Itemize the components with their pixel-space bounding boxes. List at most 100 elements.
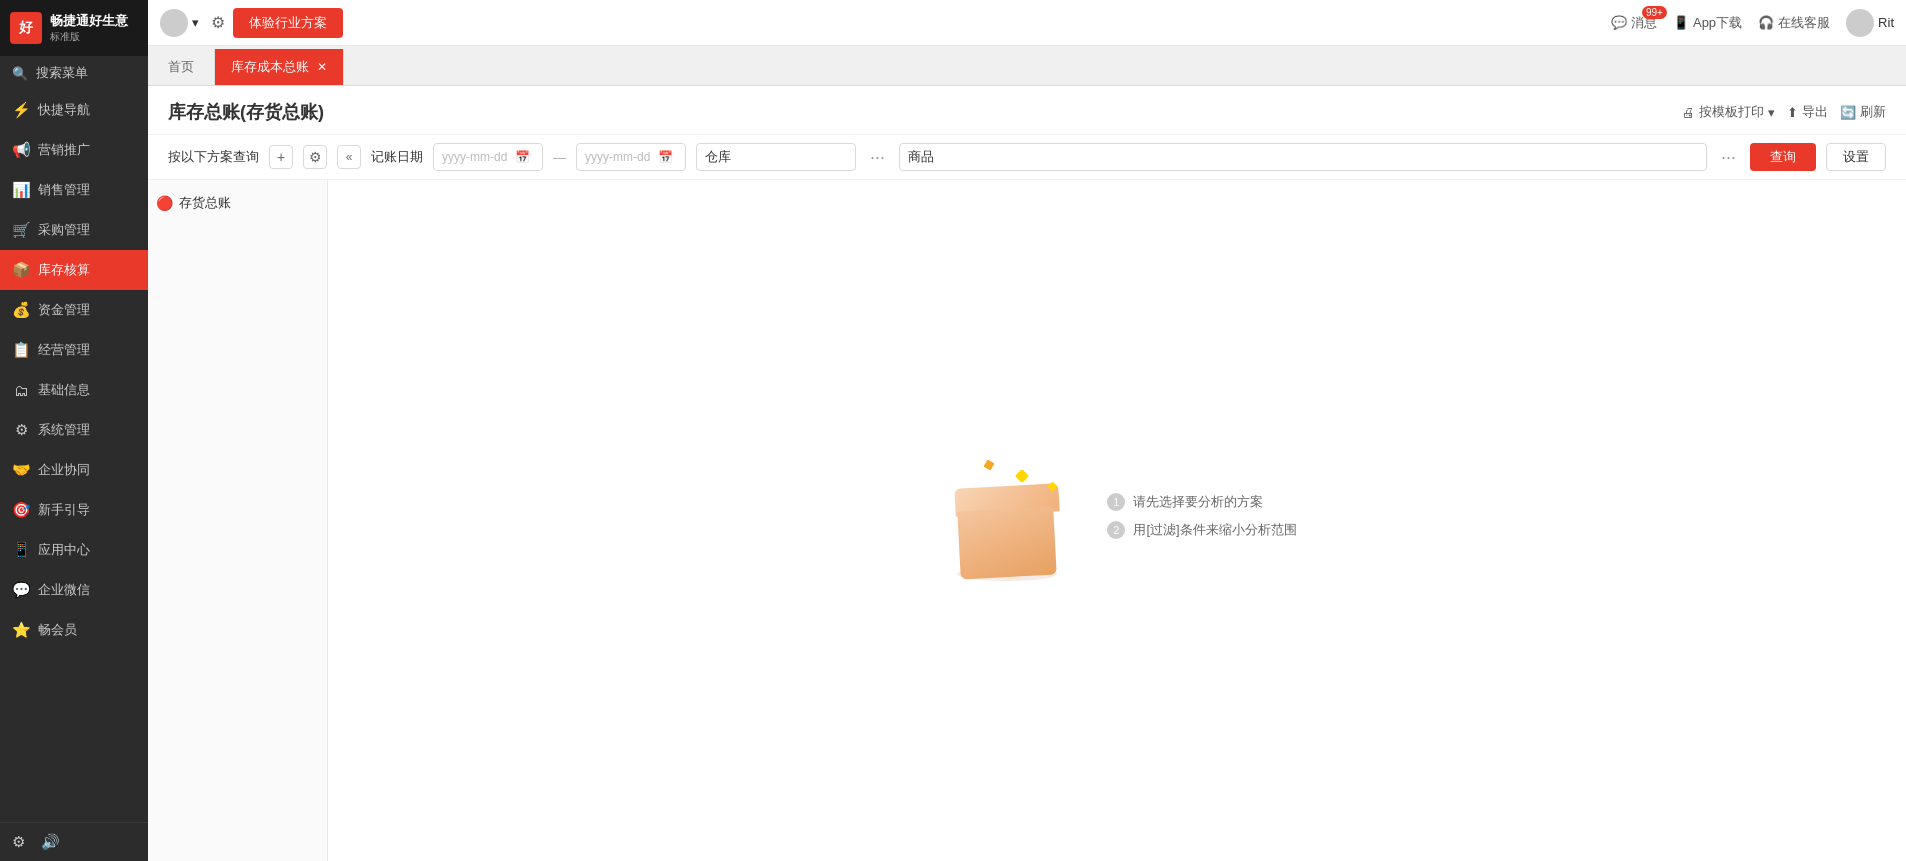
export-button[interactable]: ⬆ 导出 — [1787, 103, 1828, 121]
sidebar-item-apps[interactable]: 📱 应用中心 — [0, 530, 148, 570]
sidebar-item-quick-nav[interactable]: ⚡快捷导航 — [0, 90, 148, 130]
topbar-user[interactable]: ▾ — [160, 9, 199, 37]
member-icon: ⭐ — [12, 621, 30, 639]
hint-item-1: 1 请先选择要分析的方案 — [1107, 493, 1296, 511]
warehouse-more-icon[interactable]: ··· — [866, 147, 889, 168]
tab-home[interactable]: 首页 — [148, 49, 215, 85]
refresh-button[interactable]: 🔄 刷新 — [1840, 103, 1886, 121]
empty-hints: 1 请先选择要分析的方案 2 用[过滤]条件来缩小分析范围 — [1107, 493, 1296, 549]
sidebar-item-sales[interactable]: 📊销售管理 — [0, 170, 148, 210]
marketing-label: 营销推广 — [38, 141, 90, 159]
export-icon: ⬆ — [1787, 105, 1798, 120]
system-label: 系统管理 — [38, 421, 90, 439]
topbar-gear-icon[interactable]: ⚙ — [211, 13, 225, 32]
member-label: 畅会员 — [38, 621, 77, 639]
page-title: 库存总账(存货总账) — [168, 100, 324, 124]
dropdown-icon: ▾ — [1768, 105, 1775, 120]
sidebar-item-wechat[interactable]: 💬企业微信 — [0, 570, 148, 610]
display-settings-button[interactable]: 设置 — [1826, 143, 1886, 171]
print-template-button[interactable]: 🖨 按模板打印 ▾ — [1682, 103, 1775, 121]
sidebar-bottom: ⚙ 🔊 — [0, 822, 148, 861]
message-icon: 💬 — [1611, 15, 1627, 30]
warehouse-input[interactable]: 仓库 — [696, 143, 856, 171]
settings-icon[interactable]: ⚙ — [12, 833, 25, 851]
sidebar-item-system[interactable]: ⚙系统管理 — [0, 410, 148, 450]
scheme-item-label: 存货总账 — [179, 194, 231, 212]
apps-icon: 📱 — [12, 541, 30, 559]
finance-label: 资金管理 — [38, 301, 90, 319]
guide-label: 新手引导 — [38, 501, 90, 519]
collapse-icon: « — [346, 150, 353, 164]
operations-label: 经营管理 — [38, 341, 90, 359]
product-label: 商品 — [908, 148, 934, 166]
app-download-button[interactable]: 📱 App下载 — [1673, 14, 1742, 32]
filter-label: 按以下方案查询 — [168, 148, 259, 166]
hint-text-1: 请先选择要分析的方案 — [1133, 493, 1263, 511]
date-separator: — — [553, 150, 566, 165]
audio-icon[interactable]: 🔊 — [41, 833, 60, 851]
page-header: 库存总账(存货总账) 🖨 按模板打印 ▾ ⬆ 导出 🔄 刷新 — [148, 86, 1906, 135]
enterprise-label: 企业协同 — [38, 461, 90, 479]
basic-label: 基础信息 — [38, 381, 90, 399]
logo-text: 畅捷通好生意 标准版 — [50, 13, 128, 43]
right-panel: 1 请先选择要分析的方案 2 用[过滤]条件来缩小分析范围 — [328, 180, 1906, 861]
hint-num-2: 2 — [1107, 521, 1125, 539]
tab-inventory-ledger[interactable]: 库存成本总账 ✕ — [215, 49, 344, 85]
query-button[interactable]: 查询 — [1750, 143, 1816, 171]
settings-scheme-button[interactable]: ⚙ — [303, 145, 327, 169]
phone-icon: 📱 — [1673, 15, 1689, 30]
basic-icon: 🗂 — [12, 382, 30, 399]
collapse-button[interactable]: « — [337, 145, 361, 169]
date-to-input[interactable]: yyyy-mm-dd 📅 — [576, 143, 686, 171]
sidebar-item-operations[interactable]: 📋经营管理 — [0, 330, 148, 370]
content: 库存总账(存货总账) 🖨 按模板打印 ▾ ⬆ 导出 🔄 刷新 按以下方案查询 — [148, 86, 1906, 861]
gear-scheme-icon: ⚙ — [309, 149, 322, 165]
date-from-input[interactable]: yyyy-mm-dd 📅 — [433, 143, 543, 171]
close-tab-icon[interactable]: ✕ — [317, 60, 327, 74]
topbar-right: 💬 消息 99+ 📱 App下载 🎧 在线客服 Rit — [1611, 9, 1894, 37]
topbar-user-right[interactable]: Rit — [1846, 9, 1894, 37]
sales-label: 销售管理 — [38, 181, 90, 199]
calendar-to-icon[interactable]: 📅 — [658, 150, 673, 164]
sidebar-item-finance[interactable]: 💰 资金管理 — [0, 290, 148, 330]
search-menu[interactable]: 🔍 搜索菜单 — [0, 56, 148, 90]
filter-bar: 按以下方案查询 + ⚙ « 记账日期 yyyy-mm-dd 📅 — yyyy-m… — [148, 135, 1906, 180]
refresh-icon: 🔄 — [1840, 105, 1856, 120]
user-display-name: Rit — [1878, 15, 1894, 30]
scheme-item-inventory[interactable]: 🔴 存货总账 — [148, 188, 327, 218]
sidebar-logo: 好 畅捷通好生意 标准版 — [0, 0, 148, 56]
tab-inventory-ledger-label: 库存成本总账 — [231, 58, 309, 76]
sidebar-item-member[interactable]: ⭐ 畅会员 — [0, 610, 148, 650]
add-scheme-button[interactable]: + — [269, 145, 293, 169]
wechat-icon: 💬 — [12, 581, 30, 599]
tabs-bar: 首页 库存成本总账 ✕ — [148, 46, 1906, 86]
guide-icon: 🎯 — [12, 501, 30, 519]
sidebar-item-enterprise[interactable]: 🤝企业协同 — [0, 450, 148, 490]
online-service-button[interactable]: 🎧 在线客服 — [1758, 14, 1830, 32]
trial-button[interactable]: 体验行业方案 — [233, 8, 343, 38]
sidebar-item-basic[interactable]: 🗂 基础信息 — [0, 370, 148, 410]
sidebar-item-purchase[interactable]: 🛒采购管理 — [0, 210, 148, 250]
apps-label: 应用中心 — [38, 541, 90, 559]
empty-state: 1 请先选择要分析的方案 2 用[过滤]条件来缩小分析范围 — [328, 411, 1906, 631]
main-area: ▾ ⚙ 体验行业方案 💬 消息 99+ 📱 App下载 🎧 在线客服 Rit — [148, 0, 1906, 861]
content-body: 🔴 存货总账 — [148, 180, 1906, 861]
purchase-icon: 🛒 — [12, 221, 30, 239]
brand-name: 畅捷通好生意 — [50, 13, 128, 30]
plus-icon: + — [277, 149, 285, 165]
inventory-icon: 📦 — [12, 261, 30, 279]
finance-icon: 💰 — [12, 301, 30, 319]
headset-icon: 🎧 — [1758, 15, 1774, 30]
quick-nav-icon: ⚡ — [12, 101, 30, 119]
date-label: 记账日期 — [371, 148, 423, 166]
product-more-icon[interactable]: ··· — [1717, 147, 1740, 168]
hint-num-1: 1 — [1107, 493, 1125, 511]
sidebar-item-marketing[interactable]: 📢营销推广 — [0, 130, 148, 170]
sidebar-item-guide[interactable]: 🎯 新手引导 — [0, 490, 148, 530]
product-input[interactable]: 商品 — [899, 143, 1707, 171]
messages-button[interactable]: 💬 消息 99+ — [1611, 14, 1657, 32]
date-to-placeholder: yyyy-mm-dd — [585, 150, 650, 164]
calendar-from-icon[interactable]: 📅 — [515, 150, 530, 164]
sidebar-item-inventory[interactable]: 📦库存核算 — [0, 250, 148, 290]
query-conditions: 记账日期 yyyy-mm-dd 📅 — yyyy-mm-dd 📅 仓库 ··· … — [371, 143, 1740, 171]
